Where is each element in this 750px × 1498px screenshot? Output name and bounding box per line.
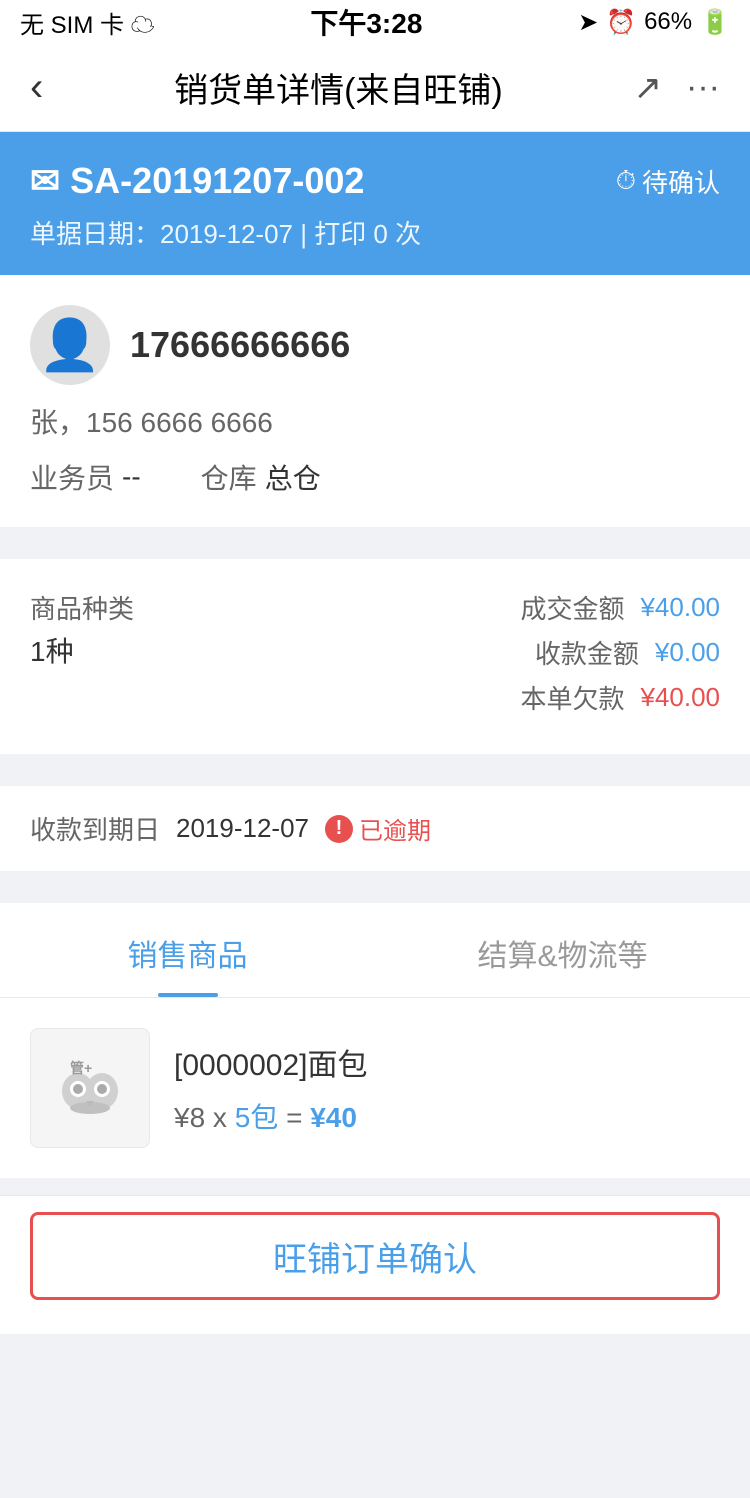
product-type-value: 1种 — [30, 630, 134, 670]
amount-line-1: 成交金额 ¥40.00 — [520, 589, 720, 626]
divider-1 — [0, 543, 750, 559]
status-right: ➤ ⏰ 66% 🔋 — [578, 8, 730, 37]
overdue-label: 已逾期 — [359, 811, 431, 846]
warehouse-label: 仓库 — [201, 457, 257, 497]
tab-settlement[interactable]: 结算&物流等 — [375, 903, 750, 997]
location-icon: ➤ — [578, 8, 598, 37]
sales-rep-field: 业务员 -- — [30, 457, 141, 497]
person-icon: 👤 — [39, 316, 101, 375]
customer-section: 👤 17666666666 张，156 6666 6666 业务员 -- 仓库 … — [0, 275, 750, 527]
meta-row: 业务员 -- 仓库 总仓 — [30, 457, 720, 497]
customer-name: 张，156 6666 6666 — [30, 401, 720, 441]
product-thumbnail: 管+ — [30, 1028, 150, 1148]
amount-label-3: 本单欠款 — [520, 679, 624, 716]
tab-section: 销售商品 结算&物流等 — [0, 903, 750, 1178]
order-id-text: SA-20191207-002 — [70, 160, 364, 202]
price-quantity: 5包 — [235, 1102, 279, 1133]
warehouse-field: 仓库 总仓 — [201, 457, 321, 497]
price-equals: = — [286, 1102, 310, 1133]
avatar: 👤 — [30, 305, 110, 385]
back-button[interactable]: ‹ — [30, 65, 43, 110]
amount-value-1: ¥40.00 — [640, 592, 720, 623]
divider-3 — [0, 887, 750, 903]
order-header: ✉ SA-20191207-002 ⏱ 待确认 单据日期：2019-12-07 … — [0, 132, 750, 275]
confirm-button[interactable]: 旺铺订单确认 — [30, 1212, 720, 1300]
product-name: [0000002]面包 — [174, 1040, 720, 1084]
overdue-badge: ! 已逾期 — [325, 811, 431, 846]
product-item: 管+ [0000002]面包 ¥8 x 5包 = ¥40 — [30, 1028, 720, 1148]
amounts-section: 商品种类 1种 成交金额 ¥40.00 收款金额 ¥0.00 本单欠款 ¥40.… — [0, 559, 750, 754]
no-sim-label: 无 SIM 卡 ☁ — [20, 5, 155, 40]
amount-label-1: 成交金额 — [520, 589, 624, 626]
battery-label: 66% — [644, 8, 692, 36]
status-text: 待确认 — [642, 163, 720, 200]
product-info: [0000002]面包 ¥8 x 5包 = ¥40 — [174, 1040, 720, 1136]
overdue-icon: ! — [325, 815, 353, 843]
order-status: ⏱ 待确认 — [616, 163, 720, 200]
page-title: 销货单详情(来自旺铺) — [174, 63, 503, 112]
product-section: 管+ [0000002]面包 ¥8 x 5包 = ¥40 — [0, 998, 750, 1178]
bottom-bar: 旺铺订单确认 — [0, 1195, 750, 1334]
customer-phone: 17666666666 — [130, 324, 350, 366]
amount-value-3: ¥40.00 — [640, 682, 720, 713]
order-id: ✉ SA-20191207-002 — [30, 160, 364, 202]
more-icon[interactable]: ··· — [686, 68, 720, 107]
battery-icon: 🔋 — [700, 8, 730, 37]
warehouse-value: 总仓 — [265, 457, 321, 497]
due-date-value: 2019-12-07 — [176, 813, 309, 844]
amount-label-2: 收款金额 — [535, 634, 639, 671]
nav-actions: ↗ ··· — [634, 68, 720, 108]
order-id-row: ✉ SA-20191207-002 ⏱ 待确认 — [30, 160, 720, 202]
price-base: ¥8 x — [174, 1102, 235, 1133]
status-time: 下午3:28 — [310, 2, 422, 42]
nav-bar: ‹ 销货单详情(来自旺铺) ↗ ··· — [0, 44, 750, 132]
product-type-label: 商品种类 — [30, 589, 134, 626]
product-thumb-icon: 管+ — [50, 1053, 130, 1123]
sales-rep-label: 业务员 — [30, 457, 114, 497]
price-total: ¥40 — [310, 1102, 357, 1133]
product-type-block: 商品种类 1种 — [30, 589, 134, 670]
export-icon[interactable]: ↗ — [634, 68, 663, 108]
status-left: 无 SIM 卡 ☁ — [20, 5, 155, 40]
due-section: 收款到期日 2019-12-07 ! 已逾期 — [0, 786, 750, 871]
tab-sales-label: 销售商品 — [128, 940, 248, 973]
divider-2 — [0, 770, 750, 786]
tab-sales-products[interactable]: 销售商品 — [0, 903, 375, 997]
order-envelope-icon: ✉ — [30, 160, 60, 202]
alarm-icon: ⏰ — [606, 8, 636, 37]
amounts-block: 成交金额 ¥40.00 收款金额 ¥0.00 本单欠款 ¥40.00 — [520, 589, 720, 724]
amounts-row: 商品种类 1种 成交金额 ¥40.00 收款金额 ¥0.00 本单欠款 ¥40.… — [30, 589, 720, 724]
customer-row: 👤 17666666666 — [30, 305, 720, 385]
order-date: 单据日期：2019-12-07 | 打印 0 次 — [30, 214, 720, 251]
amount-line-2: 收款金额 ¥0.00 — [520, 634, 720, 671]
tab-bar: 销售商品 结算&物流等 — [0, 903, 750, 998]
amount-line-3: 本单欠款 ¥40.00 — [520, 679, 720, 716]
clock-icon: ⏱ — [616, 165, 636, 197]
due-date-label: 收款到期日 — [30, 810, 160, 847]
product-price: ¥8 x 5包 = ¥40 — [174, 1096, 720, 1136]
amount-value-2: ¥0.00 — [655, 637, 720, 668]
status-bar: 无 SIM 卡 ☁ 下午3:28 ➤ ⏰ 66% 🔋 — [0, 0, 750, 44]
svg-text:管+: 管+ — [70, 1060, 92, 1076]
tab-settlement-label: 结算&物流等 — [477, 940, 647, 973]
sales-rep-value: -- — [122, 461, 141, 493]
